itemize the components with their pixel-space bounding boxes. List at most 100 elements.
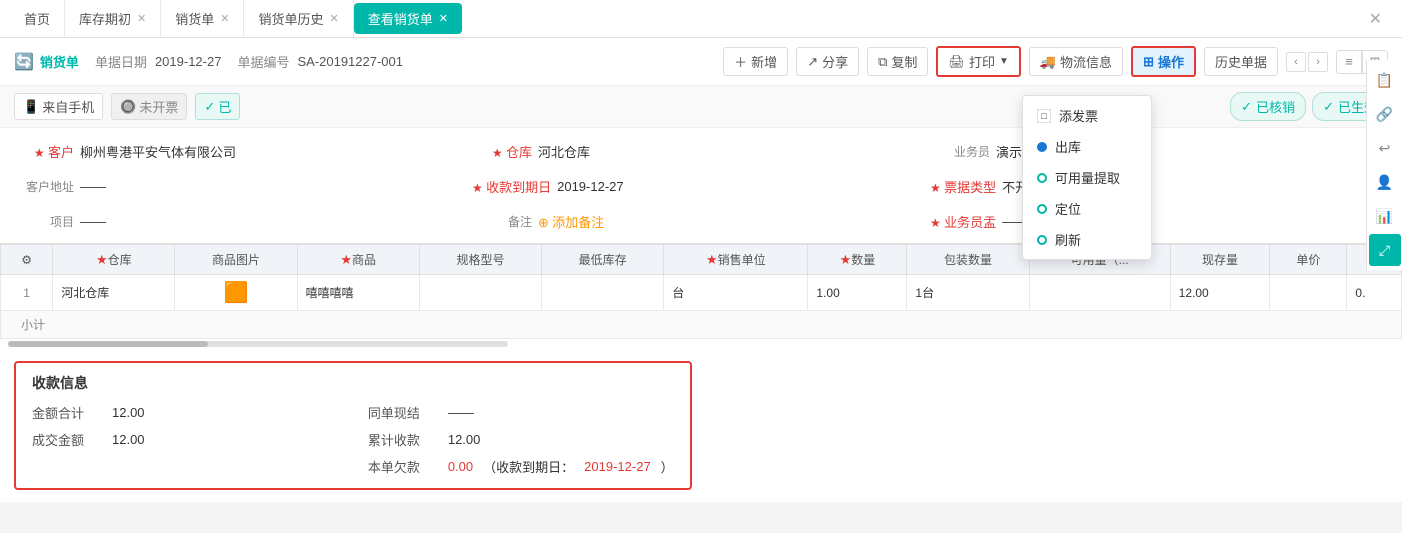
prev-arrow[interactable]: ‹	[1286, 52, 1306, 72]
form-actions: ＋ 新增 ↗ 分享 ⧉ 复制 🖨 打印 ▼ 🚚 物流信息 ⊞ 操	[723, 46, 1388, 77]
dropdown-refresh[interactable]: 刷新	[1023, 224, 1151, 255]
payment-section: 收款信息 金额合计 12.00 同单现结 —— 成交金额 12.00 累计收款 …	[14, 361, 692, 490]
phone-btn[interactable]: 📱 来自手机	[14, 93, 103, 120]
window-close[interactable]: ✕	[1369, 9, 1382, 29]
toolbar-row: 📱 来自手机 🔘 未开票 ✓ 已 ✓ 已核销 ✓ 已生效	[0, 86, 1402, 128]
products-table: ⚙ ★仓库 商品图片 ★商品 规格型号 最低库存 ★销售单位 ★数量 包装数量 …	[0, 244, 1402, 339]
row-price	[1270, 275, 1347, 311]
operation-button[interactable]: ⊞ 操作	[1131, 46, 1196, 77]
table-header-row: ⚙ ★仓库 商品图片 ★商品 规格型号 最低库存 ★销售单位 ★数量 包装数量 …	[1, 245, 1402, 275]
tab-inventory[interactable]: 库存期初 ✕	[65, 0, 161, 38]
tab-view-sales-close[interactable]: ✕	[439, 12, 448, 25]
tab-inventory-close[interactable]: ✕	[137, 12, 146, 25]
copy-icon: ⧉	[878, 54, 887, 70]
share-button[interactable]: ↗ 分享	[796, 47, 859, 76]
payment-title: 收款信息	[32, 373, 674, 393]
tab-sales-history[interactable]: 销货单历史 ✕	[244, 0, 353, 38]
row-num: 1	[1, 275, 53, 311]
table-wrap: ⚙ ★仓库 商品图片 ★商品 规格型号 最低库存 ★销售单位 ★数量 包装数量 …	[0, 243, 1402, 349]
col-image: 商品图片	[175, 245, 297, 275]
plus-icon: ＋	[734, 52, 747, 71]
col-settings[interactable]: ⚙	[1, 245, 53, 275]
warehouse-field: ★ 仓库 河北仓库	[472, 138, 930, 165]
form-header: 🔄 销货单 单据日期 2019-12-27 单据编号 SA-20191227-0…	[0, 38, 1402, 86]
not-open-btn[interactable]: 🔘 未开票	[111, 93, 187, 120]
tab-sales[interactable]: 销货单 ✕	[161, 0, 244, 38]
row-other: 0.	[1347, 275, 1402, 311]
ticket-icon: 🔘	[120, 99, 136, 115]
sidebar-icon-chart[interactable]: 📊	[1369, 200, 1401, 232]
project-field: 项目 ——	[14, 208, 472, 235]
available-qty-icon	[1037, 173, 1047, 183]
sidebar-icon-clipboard[interactable]: 📋	[1369, 64, 1401, 96]
dropdown-available-qty[interactable]: 可用量提取	[1023, 162, 1151, 193]
tab-pager: ‹ ›	[1286, 52, 1328, 72]
add-button[interactable]: ＋ 新增	[723, 47, 788, 76]
col-min-stock: 最低库存	[542, 245, 664, 275]
owed-item: 本单欠款 0.00 （收款到期日： 2019-12-27 ）	[368, 455, 674, 478]
sidebar-icon-user[interactable]: 👤	[1369, 166, 1401, 198]
tab-view-sales[interactable]: 查看销货单 ✕	[354, 3, 462, 34]
col-product: ★商品	[297, 245, 419, 275]
grid-icon: ⊞	[1143, 54, 1154, 70]
list-view-btn[interactable]: ≡	[1336, 50, 1362, 74]
total-item: 金额合计 12.00	[32, 401, 338, 424]
col-spec: 规格型号	[419, 245, 541, 275]
subtotal-row: 小计	[1, 311, 1402, 339]
print-dropdown-arrow: ▼	[999, 56, 1009, 67]
sidebar-icon-return[interactable]: ↩	[1369, 132, 1401, 164]
status-badges: ✓ 已核销 ✓ 已生效	[1230, 92, 1388, 121]
fields-section: ★ 客户 柳州粤港平安气体有限公司 ★ 仓库 河北仓库 业务员 演示账号 客户地…	[0, 128, 1402, 235]
print-button[interactable]: 🖨 打印 ▼	[936, 46, 1020, 77]
outbound-icon	[1037, 142, 1047, 152]
row-image: 🟧	[175, 275, 297, 311]
refresh-icon	[1037, 235, 1047, 245]
row-unit: 台	[664, 275, 808, 311]
clerk-field: 业务员 演示账号	[930, 138, 1388, 165]
dropdown-locate[interactable]: 定位	[1023, 193, 1151, 224]
clerk2-field: ★ 业务员盂 ——	[930, 208, 1388, 235]
tab-sales-close[interactable]: ✕	[220, 12, 229, 25]
col-pkg: 包装数量	[907, 245, 1029, 275]
plus-icon2: ⊕	[538, 215, 549, 230]
payment-date-field: ★ 收款到期日 2019-12-27	[472, 173, 930, 200]
tab-home[interactable]: 首页	[10, 0, 65, 38]
history-button[interactable]: 历史单据	[1204, 47, 1278, 76]
phone-icon: 📱	[23, 99, 39, 115]
form-number: 单据编号 SA-20191227-001	[237, 52, 403, 71]
row-current: 12.00	[1170, 275, 1270, 311]
check-circle-icon2: ✓	[1323, 99, 1334, 115]
invoice-icon: □	[1037, 109, 1051, 123]
customer-field: ★ 客户 柳州粤港平安气体有限公司	[14, 138, 472, 165]
row-min-stock	[542, 275, 664, 311]
table-row: 1 河北仓库 🟧 嘻嘻嘻嘻 台 1.00 1台 12.00 0.	[1, 275, 1402, 311]
subtotal-label: 小计	[1, 311, 1402, 339]
sold-badge: ✓ 已核销	[1230, 92, 1306, 121]
col-current: 现存量	[1170, 245, 1270, 275]
locate-icon	[1037, 204, 1047, 214]
check-circle-icon: ✓	[1241, 99, 1252, 115]
cumulative-item: 累计收款 12.00	[368, 428, 674, 451]
sidebar-icon-link[interactable]: 🔗	[1369, 98, 1401, 130]
dropdown-outbound[interactable]: 出库	[1023, 131, 1151, 162]
row-spec	[419, 275, 541, 311]
next-arrow[interactable]: ›	[1308, 52, 1328, 72]
logistics-icon: 🚚	[1040, 54, 1056, 70]
payment-grid: 金额合计 12.00 同单现结 —— 成交金额 12.00 累计收款 12.00	[32, 401, 674, 478]
sidebar-icon-expand[interactable]: ⤢	[1369, 234, 1401, 266]
dropdown-add-invoice[interactable]: □ 添发票	[1023, 100, 1151, 131]
transaction-item: 成交金额 12.00	[32, 428, 338, 451]
copy-button[interactable]: ⧉ 复制	[867, 47, 928, 76]
add-memo-btn[interactable]: ⊕ 添加备注	[538, 212, 604, 231]
tab-sales-history-close[interactable]: ✕	[330, 12, 339, 25]
row-warehouse: 河北仓库	[53, 275, 175, 311]
logistics-button[interactable]: 🚚 物流信息	[1029, 47, 1123, 76]
main-content: 🔄 销货单 单据日期 2019-12-27 单据编号 SA-20191227-0…	[0, 38, 1402, 502]
check-btn[interactable]: ✓ 已	[195, 93, 240, 120]
form-title: 🔄 销货单	[14, 52, 79, 72]
row-pkg: 1台	[907, 275, 1029, 311]
print-icon: 🖨	[948, 54, 965, 70]
row-available	[1029, 275, 1170, 311]
ticket-field: ★ 票据类型 不开票	[930, 173, 1388, 200]
right-sidebar: 📋 🔗 ↩ 👤 📊 ⤢	[1366, 60, 1402, 270]
